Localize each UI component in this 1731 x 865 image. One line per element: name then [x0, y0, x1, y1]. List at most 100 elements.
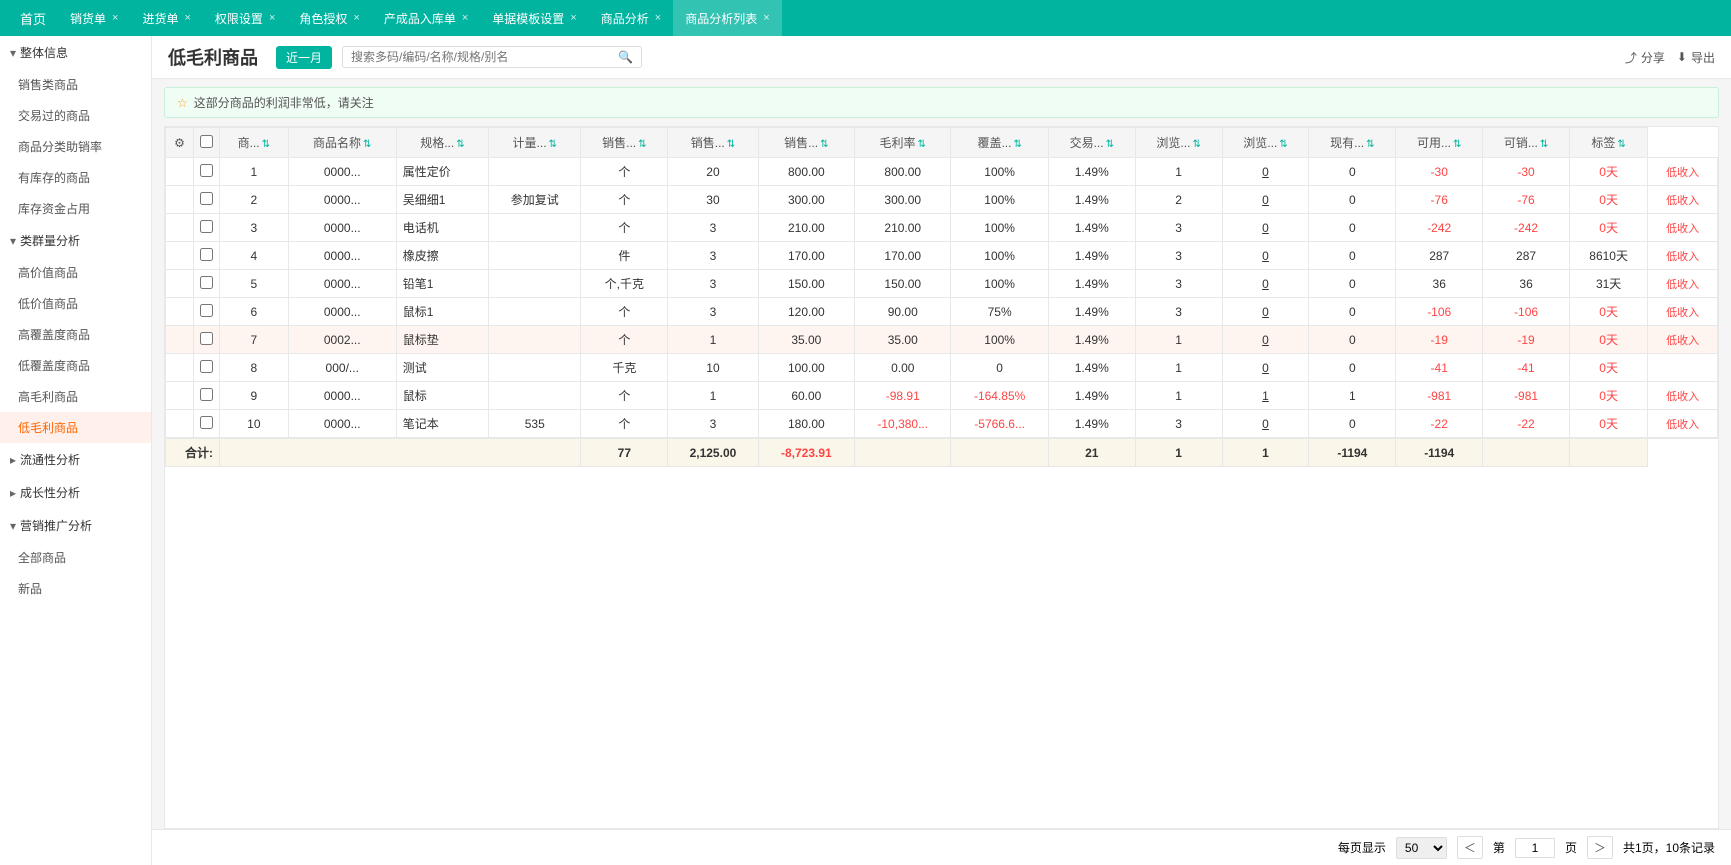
col-transactions[interactable]: 交易...⇅ — [1048, 128, 1135, 158]
nav-product-entry-close[interactable]: × — [462, 12, 468, 24]
row-views1[interactable]: 0 — [1222, 158, 1309, 186]
row-views1[interactable]: 0 — [1222, 186, 1309, 214]
row-checkbox[interactable] — [194, 214, 220, 242]
col-views2[interactable]: 浏览...⇅ — [1222, 128, 1309, 158]
col-saleable-days[interactable]: 可销...⇅ — [1483, 128, 1570, 158]
nav-analysis-list[interactable]: 商品分析列表 × — [673, 0, 781, 36]
row-views1[interactable]: 0 — [1222, 326, 1309, 354]
nav-template-close[interactable]: × — [570, 12, 576, 24]
sidebar-item-low-margin[interactable]: 低毛利商品 — [0, 412, 151, 443]
row-checkbox[interactable] — [194, 354, 220, 382]
nav-purchase[interactable]: 进货单 × — [130, 0, 202, 36]
row-name[interactable]: 鼠标1 — [396, 298, 488, 326]
prev-page-button[interactable]: ＜ — [1457, 836, 1483, 859]
next-page-button[interactable]: ＞ — [1587, 836, 1613, 859]
sidebar-group-marketing[interactable]: ▾ 营销推广分析 — [0, 509, 151, 542]
row-name[interactable]: 测试 — [396, 354, 488, 382]
sidebar-group-flow[interactable]: ▸ 流通性分析 — [0, 443, 151, 476]
row-views1[interactable]: 0 — [1222, 298, 1309, 326]
row-sales-qty: 3 — [668, 410, 758, 439]
row-views1[interactable]: 0 — [1222, 410, 1309, 439]
col-available-stock[interactable]: 可用...⇅ — [1396, 128, 1483, 158]
nav-permissions-close[interactable]: × — [269, 12, 275, 24]
row-name[interactable]: 鼠标 — [396, 382, 488, 410]
nav-product-entry[interactable]: 产成品入库单 × — [372, 0, 480, 36]
row-checkbox[interactable] — [194, 270, 220, 298]
col-tag[interactable]: 标签⇅ — [1570, 128, 1648, 158]
nav-home[interactable]: 首页 — [8, 0, 58, 36]
nav-template[interactable]: 单据模板设置 × — [480, 0, 588, 36]
row-checkbox[interactable] — [194, 298, 220, 326]
per-page-select[interactable]: 50 100 200 — [1396, 837, 1447, 859]
sidebar-item-low-coverage[interactable]: 低覆盖度商品 — [0, 350, 151, 381]
export-button[interactable]: ⬇ 导出 — [1677, 49, 1715, 66]
sidebar-group-growth[interactable]: ▸ 成长性分析 — [0, 476, 151, 509]
nav-product-analysis-close[interactable]: × — [655, 12, 661, 24]
row-name[interactable]: 电话机 — [396, 214, 488, 242]
sidebar-item-new-goods[interactable]: 新品 — [0, 573, 151, 604]
row-checkbox[interactable] — [194, 410, 220, 439]
sidebar-item-all-goods[interactable]: 全部商品 — [0, 542, 151, 573]
row-name[interactable]: 橡皮擦 — [396, 242, 488, 270]
sidebar-item-high-coverage[interactable]: 高覆盖度商品 — [0, 319, 151, 350]
nav-product-analysis[interactable]: 商品分析 × — [589, 0, 673, 36]
col-views1[interactable]: 浏览...⇅ — [1135, 128, 1222, 158]
row-views1[interactable]: 0 — [1222, 354, 1309, 382]
row-name[interactable]: 鼠标垫 — [396, 326, 488, 354]
col-unit[interactable]: 计量...⇅ — [489, 128, 581, 158]
search-box[interactable]: 🔍 — [342, 46, 642, 68]
col-current-stock[interactable]: 现有...⇅ — [1309, 128, 1396, 158]
data-table: ⚙ 商...⇅ 商品名称⇅ 规格...⇅ 计量...⇅ 销售...⇅ 销售...… — [165, 127, 1718, 467]
col-code[interactable]: 商...⇅ — [220, 128, 289, 158]
sidebar-group-cluster[interactable]: ▾ 类群量分析 — [0, 224, 151, 257]
col-spec[interactable]: 规格...⇅ — [396, 128, 488, 158]
col-sales-amount[interactable]: 销售...⇅ — [668, 128, 758, 158]
nav-sales-close[interactable]: × — [112, 12, 118, 24]
sidebar-item-high-margin[interactable]: 高毛利商品 — [0, 381, 151, 412]
sidebar-item-stock-goods[interactable]: 有库存的商品 — [0, 162, 151, 193]
select-all-checkbox[interactable] — [200, 135, 213, 148]
row-views2: 0 — [1309, 158, 1396, 186]
row-checkbox[interactable] — [194, 382, 220, 410]
col-sales-profit[interactable]: 销售...⇅ — [758, 128, 854, 158]
row-checkbox[interactable] — [194, 326, 220, 354]
row-name[interactable]: 吴细细1 — [396, 186, 488, 214]
row-checkbox[interactable] — [194, 186, 220, 214]
sidebar-group-overall[interactable]: ▾ 整体信息 — [0, 36, 151, 69]
col-checkbox[interactable] — [194, 128, 220, 158]
sidebar-item-high-value[interactable]: 高价值商品 — [0, 257, 151, 288]
search-icon[interactable]: 🔍 — [618, 50, 633, 64]
row-views1[interactable]: 0 — [1222, 270, 1309, 298]
search-input[interactable] — [351, 50, 618, 64]
nav-sales[interactable]: 销货单 × — [58, 0, 130, 36]
nav-roles-close[interactable]: × — [353, 12, 359, 24]
share-button[interactable]: ⤴ 分享 — [1625, 49, 1665, 66]
row-checkbox[interactable] — [194, 158, 220, 186]
row-views1[interactable]: 0 — [1222, 242, 1309, 270]
date-filter-button[interactable]: 近一月 — [276, 46, 332, 69]
data-table-wrapper[interactable]: ⚙ 商...⇅ 商品名称⇅ 规格...⇅ 计量...⇅ 销售...⇅ 销售...… — [164, 126, 1719, 829]
nav-permissions[interactable]: 权限设置 × — [203, 0, 287, 36]
col-settings[interactable]: ⚙ — [166, 128, 194, 158]
sidebar-item-category-rate[interactable]: 商品分类助销率 — [0, 131, 151, 162]
sidebar-item-traded-goods[interactable]: 交易过的商品 — [0, 100, 151, 131]
row-views1[interactable]: 0 — [1222, 214, 1309, 242]
col-gross-margin[interactable]: 毛利率⇅ — [855, 128, 951, 158]
row-checkbox[interactable] — [194, 242, 220, 270]
row-name[interactable]: 笔记本 — [396, 410, 488, 439]
row-name[interactable]: 铅笔1 — [396, 270, 488, 298]
col-coverage[interactable]: 覆盖...⇅ — [951, 128, 1048, 158]
page-input[interactable] — [1515, 838, 1555, 858]
nav-analysis-list-close[interactable]: × — [763, 12, 769, 24]
row-name[interactable]: 属性定价 — [396, 158, 488, 186]
row-views1[interactable]: 1 — [1222, 382, 1309, 410]
sidebar-item-stock-capital[interactable]: 库存资金占用 — [0, 193, 151, 224]
sidebar-item-low-value[interactable]: 低价值商品 — [0, 288, 151, 319]
sidebar-item-sales-goods[interactable]: 销售类商品 — [0, 69, 151, 100]
row-sales-amount: 120.00 — [758, 298, 854, 326]
nav-roles[interactable]: 角色授权 × — [287, 0, 371, 36]
row-transactions: 3 — [1135, 242, 1222, 270]
nav-purchase-close[interactable]: × — [184, 12, 190, 24]
col-sales-qty[interactable]: 销售...⇅ — [581, 128, 668, 158]
col-name[interactable]: 商品名称⇅ — [288, 128, 396, 158]
